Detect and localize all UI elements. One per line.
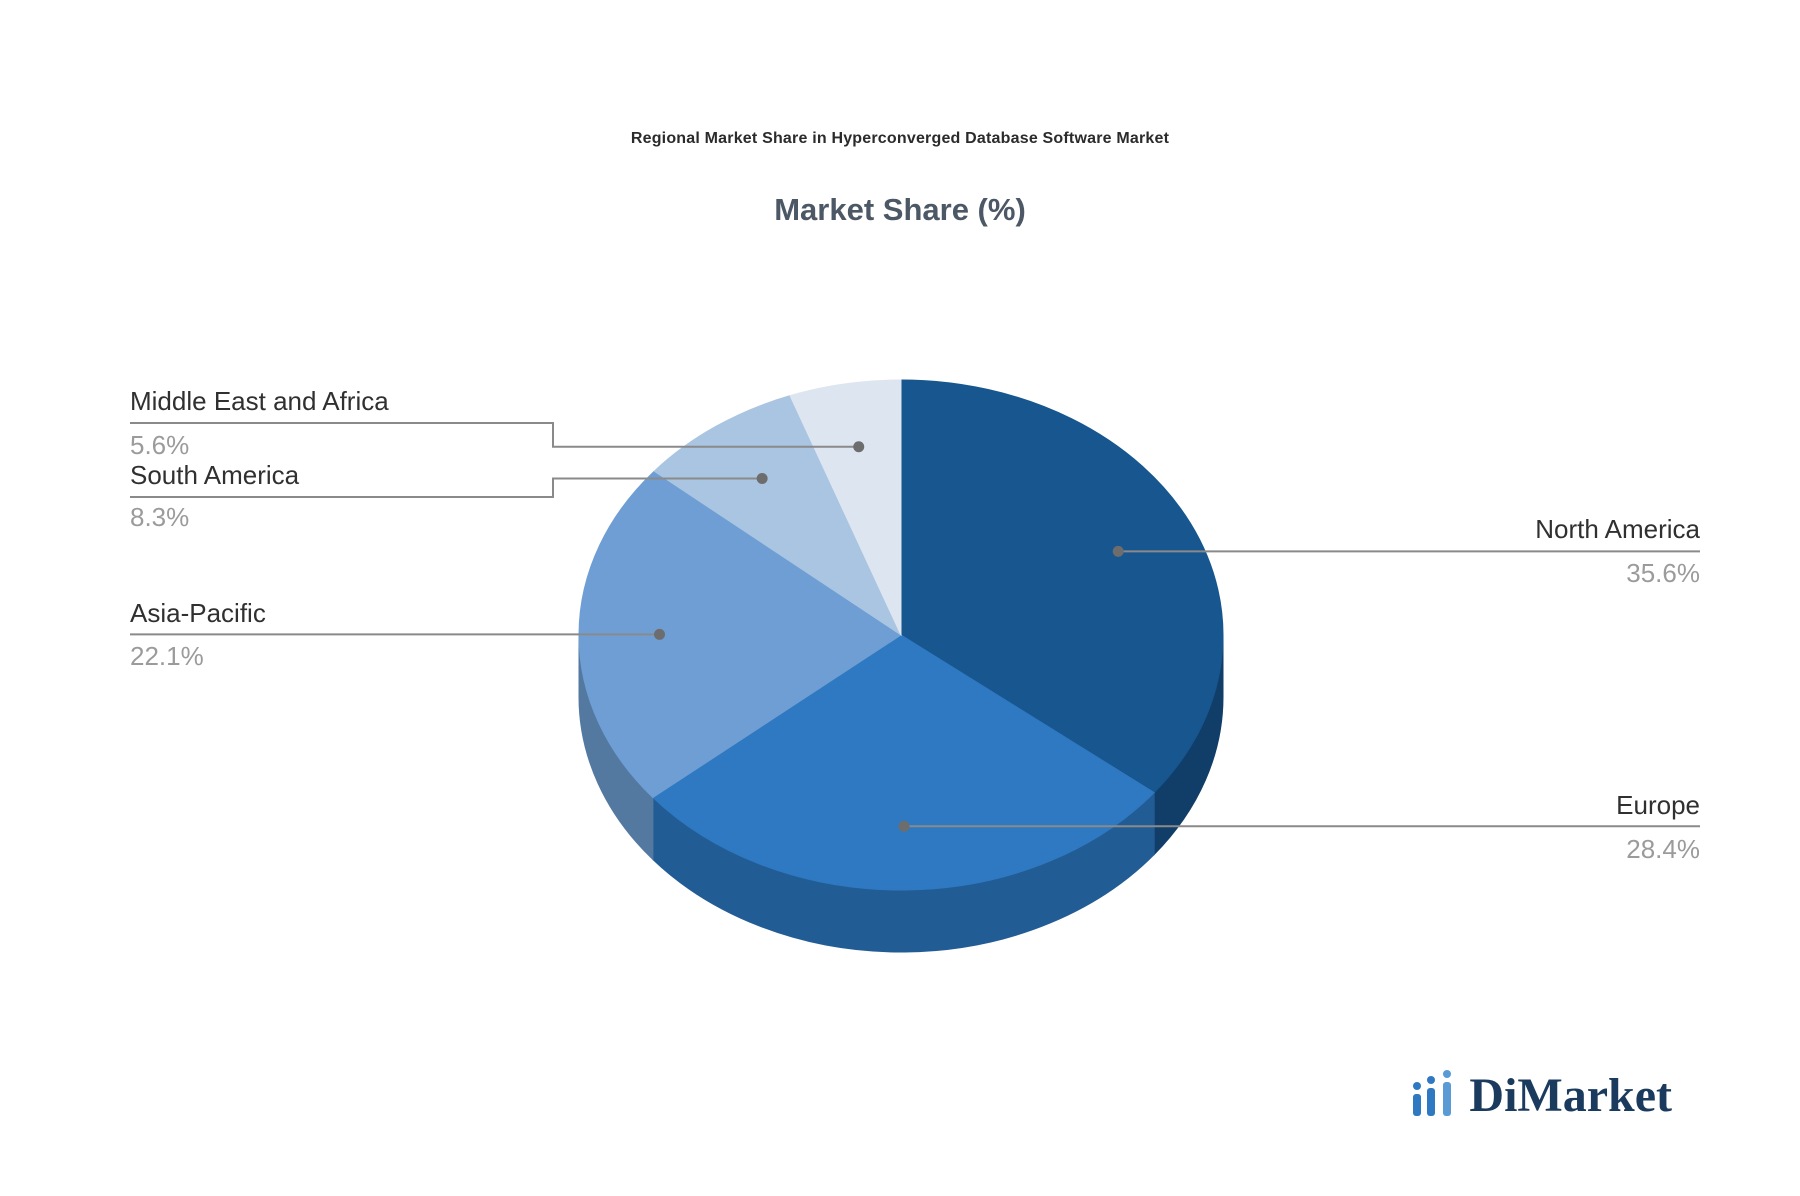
slice-label: North America (1535, 514, 1700, 544)
callout-middle-east-and-africa: Middle East and Africa 5.6% (130, 386, 389, 460)
slice-label: Middle East and Africa (130, 386, 389, 416)
callout-north-america: North America 35.6% (1535, 514, 1700, 588)
bar-chart-logo-icon (1411, 1070, 1457, 1116)
slice-percent: 8.3% (130, 502, 299, 532)
logo-wordmark: DiMarket (1469, 1070, 1672, 1122)
leader-dot-north-america (1113, 546, 1124, 557)
slice-percent: 5.6% (130, 430, 389, 460)
leader-dot-europe (899, 821, 910, 832)
chart-canvas: Regional Market Share in Hyperconverged … (0, 0, 1800, 1196)
leader-dot-middle-east-and-africa (853, 441, 864, 452)
callout-europe: Europe 28.4% (1616, 790, 1700, 864)
slice-label: Europe (1616, 790, 1700, 820)
leader-dot-south-america (757, 473, 768, 484)
slice-percent: 28.4% (1616, 834, 1700, 864)
leader-dot-asia-pacific (654, 629, 665, 640)
slice-percent: 35.6% (1535, 558, 1700, 588)
slice-percent: 22.1% (130, 641, 266, 671)
slice-label: South America (130, 460, 299, 490)
callout-south-america: South America 8.3% (130, 460, 299, 532)
slice-label: Asia-Pacific (130, 598, 266, 628)
pie-3d-chart (0, 0, 1800, 1196)
callout-asia-pacific: Asia-Pacific 22.1% (130, 598, 266, 671)
dimarket-logo: DiMarket (1411, 1070, 1672, 1122)
